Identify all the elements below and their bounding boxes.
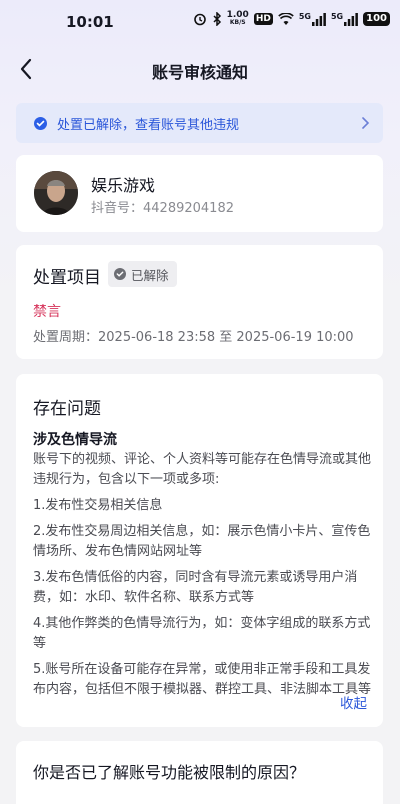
issue-title: 存在问题 xyxy=(33,399,101,419)
chevron-right-icon xyxy=(362,117,370,129)
issue-item: 4.其他作弊类的色情导流行为，如：变体字组成的联系方式等 xyxy=(33,616,371,651)
profile-name: 娱乐游戏 xyxy=(91,176,156,195)
action-title: 处置项目 xyxy=(33,268,101,288)
sim2-label: 5G xyxy=(330,11,344,21)
nav-bar: 账号审核通知 xyxy=(0,44,400,94)
issue-item: 3.发布色情低俗的内容，同时含有导流元素或诱导用户消费，如：水印、软件名称、联系… xyxy=(33,570,358,605)
check-circle-icon xyxy=(114,268,126,280)
issue-item: 2.发布性交易周边相关信息，如：展示色情小卡片、宣传色情场所、发布色情网站网址等 xyxy=(33,524,371,559)
action-period: 处置周期：2025-06-18 23:58 至 2025-06-19 10:00 xyxy=(33,330,354,345)
faq-title: 你是否已了解账号功能被限制的原因？ xyxy=(33,763,306,782)
net-speed-unit: KB/S xyxy=(229,19,246,26)
check-circle-icon xyxy=(34,116,47,130)
hd-badge: HD xyxy=(253,13,273,25)
issue-intro: 账号下的视频、评论、个人资料等可能存在色情导流或其他违规行为，包含以下一项或多项… xyxy=(33,452,372,487)
signal-icon-2: 5G xyxy=(330,11,359,26)
page-title: 账号审核通知 xyxy=(151,63,248,82)
collapse-link[interactable]: 收起 xyxy=(340,692,367,712)
net-speed: 1.00 KB/S xyxy=(227,11,249,27)
profile-card[interactable]: 娱乐游戏 抖音号：44289204182 xyxy=(16,155,383,232)
faq-card[interactable]: 你是否已了解账号功能被限制的原因？ xyxy=(16,741,383,804)
issue-item: 1.发布性交易相关信息 xyxy=(33,498,163,513)
notice-text: 处置已解除，查看账号其他违规 xyxy=(57,117,240,133)
alarm-icon xyxy=(193,12,207,26)
wifi-icon xyxy=(278,12,294,26)
battery-indicator: 100 xyxy=(363,12,390,26)
issue-subtitle: 涉及色情导流 xyxy=(33,432,117,448)
status-icons: 1.00 KB/S HD 5G 5G 100 xyxy=(193,11,390,27)
issue-body: 账号下的视频、评论、个人资料等可能存在色情导流或其他违规行为，包含以下一项或多项… xyxy=(33,450,371,706)
action-type: 禁言 xyxy=(33,304,61,320)
avatar xyxy=(34,171,78,215)
net-speed-value: 1.00 xyxy=(226,10,249,20)
issue-card: 存在问题 涉及色情导流 账号下的视频、评论、个人资料等可能存在色情导流或其他违规… xyxy=(16,374,383,727)
profile-id: 抖音号：44289204182 xyxy=(91,201,234,216)
action-card: 处置项目 已解除 禁言 处置周期：2025-06-18 23:58 至 2025… xyxy=(16,245,383,359)
bluetooth-icon xyxy=(212,12,222,26)
status-badge-label: 已解除 xyxy=(131,267,169,283)
signal-icon: 5G xyxy=(298,11,326,26)
status-bar: 10:01 1.00 KB/S HD 5G 5G 100 xyxy=(0,0,400,44)
status-badge: 已解除 xyxy=(108,261,177,287)
sim1-label: 5G xyxy=(298,11,311,21)
status-time: 10:01 xyxy=(66,13,114,31)
notice-banner[interactable]: 处置已解除，查看账号其他违规 xyxy=(16,103,383,143)
issue-item: 5.账号所在设备可能存在异常，或使用非正常手段和工具发布内容，包括但不限于模拟器… xyxy=(33,662,372,697)
